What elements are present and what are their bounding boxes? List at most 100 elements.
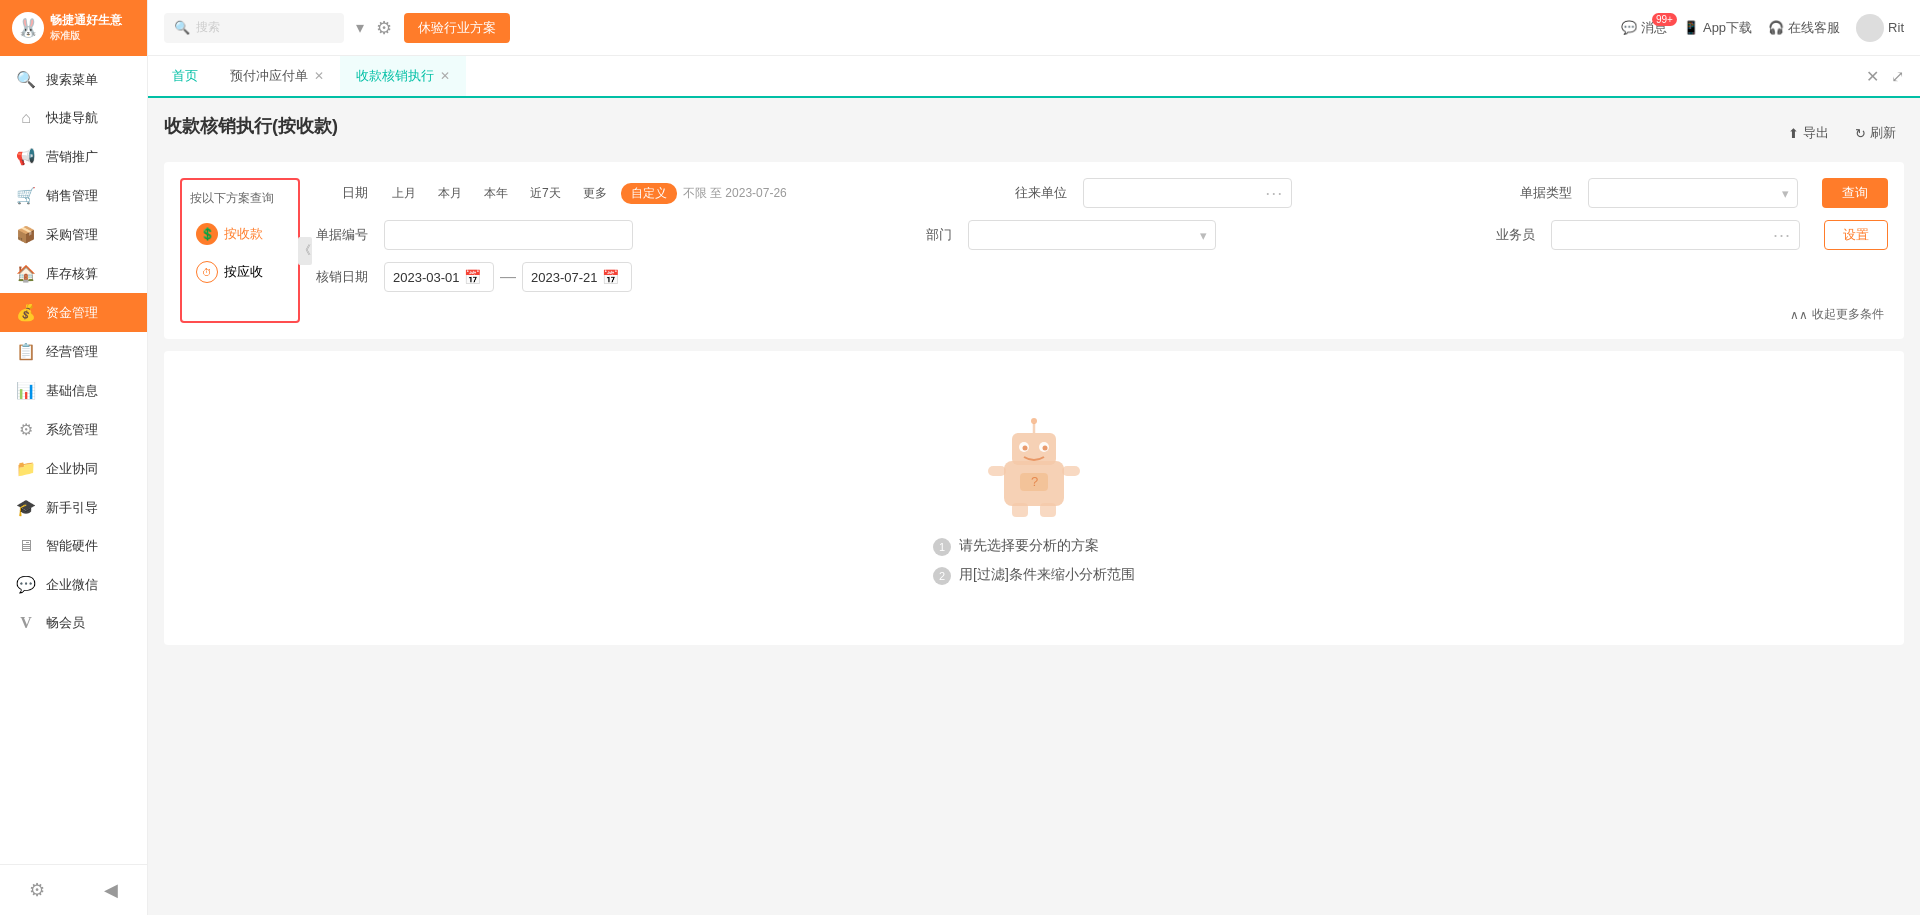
- sidebar-item-sales[interactable]: 🛒 销售管理: [0, 176, 147, 215]
- writeoff-start-date-value: 2023-03-01: [393, 270, 460, 285]
- sidebar-item-collab[interactable]: 📁 企业协同: [0, 449, 147, 488]
- tab-home[interactable]: 首页: [156, 56, 214, 98]
- purchase-icon: 📦: [16, 225, 36, 244]
- date-more-btn[interactable]: 更多: [575, 183, 615, 204]
- tab-close-window-btn[interactable]: ✕: [1862, 63, 1883, 90]
- sidebar-label-operation: 经营管理: [46, 343, 98, 361]
- topbar-chevron-icon[interactable]: ▾: [356, 18, 364, 37]
- svg-rect-9: [1062, 466, 1080, 476]
- export-button[interactable]: ⬆ 导出: [1780, 120, 1837, 146]
- counterpart-label: 往来单位: [1011, 184, 1067, 202]
- date-last-month-btn[interactable]: 上月: [384, 183, 424, 204]
- counterpart-select[interactable]: ···: [1083, 178, 1293, 208]
- user-avatar-area[interactable]: Rit: [1856, 14, 1904, 42]
- finance-icon: 💰: [16, 303, 36, 322]
- date-this-month-btn[interactable]: 本月: [430, 183, 470, 204]
- tab-writeoff-close[interactable]: ✕: [440, 69, 450, 83]
- collapse-more-btn[interactable]: ∧∧ 收起更多条件: [1786, 306, 1888, 323]
- filter-option-by-receivable[interactable]: ⏱ 按应收: [190, 257, 290, 287]
- tab-home-label: 首页: [172, 67, 198, 85]
- writeoff-date-range: 2023-03-01 📅 — 2023-07-21 📅: [384, 262, 632, 292]
- sidebar-item-search[interactable]: 🔍 搜索菜单: [0, 60, 147, 99]
- sidebar-item-system[interactable]: ⚙ 系统管理: [0, 410, 147, 449]
- app-edition: 标准版: [50, 29, 122, 43]
- refresh-label: 刷新: [1870, 124, 1896, 142]
- sidebar-item-basic[interactable]: 📊 基础信息: [0, 371, 147, 410]
- app-download-button[interactable]: 📱 App下载: [1683, 19, 1752, 37]
- sidebar-label-sales: 销售管理: [46, 187, 98, 205]
- topbar-right: 💬 消息 99+ 📱 App下载 🎧 在线客服 Rit: [1621, 14, 1904, 42]
- filter-row-2: 单据编号 部门 ▾ 业务员 ··· 设置: [312, 220, 1888, 250]
- topbar-search-box[interactable]: 🔍 搜索: [164, 13, 344, 43]
- sidebar-item-wxwork[interactable]: 💬 企业微信: [0, 565, 147, 604]
- empty-tip-2: 2 用[过滤]条件来缩小分析范围: [933, 566, 1135, 585]
- operation-icon: 📋: [16, 342, 36, 361]
- empty-tip-1: 1 请先选择要分析的方案: [933, 537, 1135, 556]
- system-icon: ⚙: [16, 420, 36, 439]
- online-service-button[interactable]: 🎧 在线客服: [1768, 19, 1840, 37]
- sidebar-item-purchase[interactable]: 📦 采购管理: [0, 215, 147, 254]
- date-this-year-btn[interactable]: 本年: [476, 183, 516, 204]
- department-select[interactable]: ▾: [968, 220, 1217, 250]
- writeoff-start-date-input[interactable]: 2023-03-01 📅: [384, 262, 494, 292]
- sidebar-item-nav[interactable]: ⌂ 快捷导航: [0, 99, 147, 137]
- empty-tip-2-text: 用[过滤]条件来缩小分析范围: [959, 566, 1135, 584]
- marketing-icon: 📢: [16, 147, 36, 166]
- sidebar-item-hardware[interactable]: 🖥 智能硬件: [0, 527, 147, 565]
- sidebar-label-collab: 企业协同: [46, 460, 98, 478]
- user-avatar: [1856, 14, 1884, 42]
- sidebar-label-purchase: 采购管理: [46, 226, 98, 244]
- refresh-button[interactable]: ↻ 刷新: [1847, 120, 1904, 146]
- receipt-option-label: 按收款: [224, 225, 263, 243]
- date-custom-btn[interactable]: 自定义: [621, 183, 677, 204]
- filter-option-by-receipt[interactable]: 💲 按收款: [190, 219, 290, 249]
- hardware-icon: 🖥: [16, 537, 36, 555]
- doc-type-select[interactable]: ▾: [1588, 178, 1798, 208]
- settings-bottom-icon[interactable]: ⚙: [21, 875, 53, 905]
- tabbar: 首页 预付冲应付单 ✕ 收款核销执行 ✕ ✕ ⤢: [148, 56, 1920, 98]
- tab-prepay-close[interactable]: ✕: [314, 69, 324, 83]
- message-button[interactable]: 💬 消息 99+: [1621, 19, 1667, 37]
- sidebar-label-wxwork: 企业微信: [46, 576, 98, 594]
- doc-type-label: 单据类型: [1516, 184, 1572, 202]
- collapse-sidebar-btn[interactable]: ◀: [96, 875, 126, 905]
- sidebar-item-finance[interactable]: 💰 资金管理: [0, 293, 147, 332]
- svg-point-5: [1043, 446, 1048, 451]
- date-7days-btn[interactable]: 近7天: [522, 183, 569, 204]
- query-button[interactable]: 查询: [1822, 178, 1888, 208]
- filter-scheme-title: 按以下方案查询: [190, 190, 290, 207]
- topbar-gear-icon[interactable]: ⚙: [376, 17, 392, 39]
- sidebar-item-member[interactable]: V 畅会员: [0, 604, 147, 642]
- page-title: 收款核销执行(按收款): [164, 114, 338, 138]
- svg-text:?: ?: [1031, 474, 1038, 489]
- svg-point-4: [1023, 446, 1028, 451]
- salesperson-select[interactable]: ···: [1551, 220, 1800, 250]
- app-download-label: App下载: [1703, 19, 1752, 37]
- industry-solution-button[interactable]: 休验行业方案: [404, 13, 510, 43]
- sidebar-item-operation[interactable]: 📋 经营管理: [0, 332, 147, 371]
- writeoff-end-date-input[interactable]: 2023-07-21 📅: [522, 262, 632, 292]
- sidebar-label-basic: 基础信息: [46, 382, 98, 400]
- tab-prepay[interactable]: 预付冲应付单 ✕: [214, 56, 340, 98]
- doc-no-input[interactable]: [384, 220, 633, 250]
- sidebar-item-guide[interactable]: 🎓 新手引导: [0, 488, 147, 527]
- wxwork-icon: 💬: [16, 575, 36, 594]
- collapse-panel-btn[interactable]: 《: [298, 237, 312, 265]
- tip-num-2: 2: [933, 567, 951, 585]
- doc-no-label: 单据编号: [312, 226, 368, 244]
- empty-tips: 1 请先选择要分析的方案 2 用[过滤]条件来缩小分析范围: [933, 537, 1135, 585]
- sidebar-label-system: 系统管理: [46, 421, 98, 439]
- app-name: 畅捷通好生意: [50, 13, 122, 29]
- sidebar-label-nav: 快捷导航: [46, 109, 98, 127]
- setting-button[interactable]: 设置: [1824, 220, 1888, 250]
- sidebar-label-member: 畅会员: [46, 614, 85, 632]
- date-hint: 不限 至 2023-07-26: [683, 185, 787, 202]
- tabbar-actions: ✕ ⤢: [1862, 56, 1912, 96]
- sidebar-item-marketing[interactable]: 📢 营销推广: [0, 137, 147, 176]
- service-icon: 🎧: [1768, 20, 1784, 35]
- collapse-more-row: ∧∧ 收起更多条件: [312, 304, 1888, 323]
- tab-maximize-btn[interactable]: ⤢: [1887, 63, 1908, 90]
- sidebar-label-marketing: 营销推广: [46, 148, 98, 166]
- sidebar-item-inventory[interactable]: 🏠 库存核算: [0, 254, 147, 293]
- tab-writeoff[interactable]: 收款核销执行 ✕: [340, 56, 466, 98]
